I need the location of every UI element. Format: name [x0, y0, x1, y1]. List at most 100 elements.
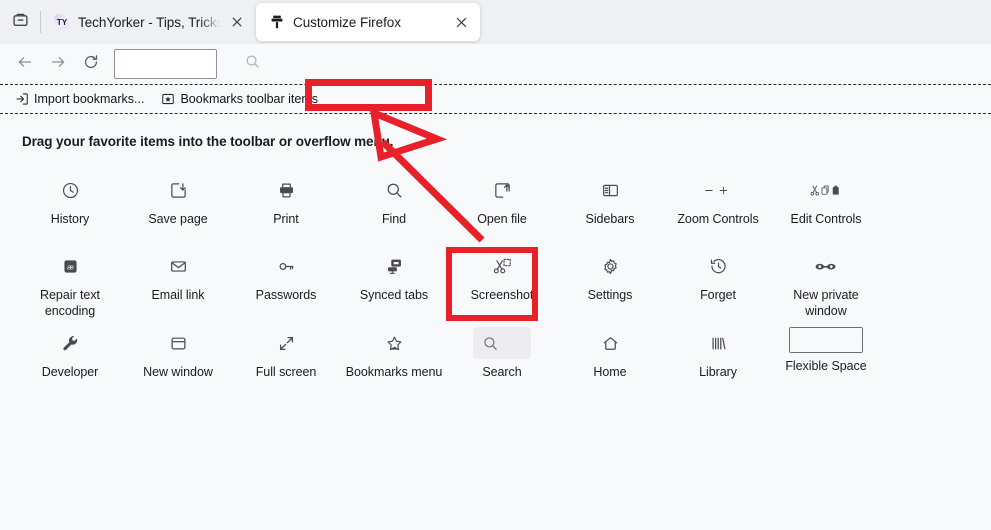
bookmark-import-bookmarks[interactable]: Import bookmarks...	[8, 89, 150, 110]
palette-item-label: Bookmarks menu	[345, 365, 443, 379]
palette-item-label: Forget	[700, 288, 736, 302]
fullscreen-arrows-icon	[270, 327, 302, 359]
flexible-space-icon	[789, 327, 863, 353]
palette-item-print[interactable]: Print	[232, 166, 340, 242]
palette-item-home[interactable]: Home	[556, 319, 664, 395]
text-encoding-icon: æ	[54, 250, 86, 282]
palette-item-synced-tabs[interactable]: Synced tabs	[340, 242, 448, 319]
palette-item-label: Library	[699, 365, 737, 379]
forward-button[interactable]	[43, 49, 73, 79]
search-icon	[378, 174, 410, 206]
close-icon[interactable]	[228, 13, 246, 31]
url-input[interactable]	[114, 49, 217, 79]
tab-list-icon	[12, 11, 29, 33]
key-icon	[270, 250, 302, 282]
palette-item-label: Save page	[148, 212, 208, 226]
palette-item-new-private-window[interactable]: New private window	[772, 242, 880, 319]
palette-item-edit-controls[interactable]: Edit Controls	[772, 166, 880, 242]
palette-item-label: Find	[381, 212, 407, 226]
palette-item-label: Search	[482, 365, 522, 379]
palette-item-email-link[interactable]: Email link	[124, 242, 232, 319]
bookmarks-toolbar-items-icon	[160, 92, 175, 107]
palette-item-settings[interactable]: Settings	[556, 242, 664, 319]
back-arrow-icon	[16, 53, 34, 76]
palette-item-open-file[interactable]: Open file	[448, 166, 556, 242]
palette-item-label: Zoom Controls	[677, 212, 759, 226]
bookmarks-toolbar: Import bookmarks... Bookmarks toolbar it…	[0, 84, 991, 114]
palette-item-sidebars[interactable]: Sidebars	[556, 166, 664, 242]
techyorker-favicon: TY	[53, 14, 70, 31]
clock-icon	[54, 174, 86, 206]
wrench-icon	[54, 327, 86, 359]
bookmark-star-icon	[378, 327, 410, 359]
palette-item-label: Email link	[151, 288, 205, 302]
palette-item-flexible-space[interactable]: Flexible Space	[772, 319, 880, 395]
palette-item-screenshot[interactable]: Screenshot	[448, 242, 556, 319]
palette-item-label: New window	[143, 365, 213, 379]
envelope-icon	[162, 250, 194, 282]
customize-palette-area: Drag your favorite items into the toolba…	[0, 114, 991, 530]
tab-title: TechYorker - Tips, Tricks & Troub	[78, 14, 220, 30]
palette-item-label: Edit Controls	[790, 212, 862, 226]
cut-copy-paste-icon	[810, 174, 842, 206]
close-icon[interactable]	[452, 13, 470, 31]
palette-item-label: Synced tabs	[359, 288, 429, 302]
search-icon	[244, 53, 261, 75]
bookmark-label: Bookmarks toolbar items	[180, 92, 319, 106]
palette-item-full-screen[interactable]: Full screen	[232, 319, 340, 395]
import-bookmarks-icon	[14, 92, 29, 107]
palette-item-label: New private window	[793, 288, 859, 318]
private-mask-icon	[810, 250, 842, 282]
palette-item-label: Sidebars	[585, 212, 635, 226]
save-page-icon	[162, 174, 194, 206]
zoom-minus-plus-icon	[702, 174, 734, 206]
library-icon	[702, 327, 734, 359]
sidebar-icon	[594, 174, 626, 206]
palette-item-search[interactable]: Search	[448, 319, 556, 395]
palette-item-label: Full screen	[255, 365, 317, 379]
search-icon	[473, 327, 531, 359]
scissors-screenshot-icon	[486, 250, 518, 282]
palette-item-bookmarks-menu[interactable]: Bookmarks menu	[340, 319, 448, 395]
svg-text:TY: TY	[56, 18, 67, 27]
palette-item-label: History	[50, 212, 90, 226]
palette-item-find[interactable]: Find	[340, 166, 448, 242]
tab-customize-firefox[interactable]: Customize Firefox	[256, 3, 480, 41]
forget-clock-icon	[702, 250, 734, 282]
palette-item-library[interactable]: Library	[664, 319, 772, 395]
home-icon	[594, 327, 626, 359]
palette-item-label: Developer	[41, 365, 99, 379]
palette-item-new-window[interactable]: New window	[124, 319, 232, 395]
reload-icon	[82, 53, 100, 76]
widget-palette: History Save page Print Find Open file S…	[16, 166, 936, 395]
palette-item-developer[interactable]: Developer	[16, 319, 124, 395]
palette-item-label: Print	[273, 212, 299, 226]
palette-item-label: Flexible Space	[785, 359, 867, 373]
palette-item-forget[interactable]: Forget	[664, 242, 772, 319]
tab-techyorker[interactable]: TY TechYorker - Tips, Tricks & Troub	[41, 3, 256, 41]
palette-item-label: Settings	[587, 288, 633, 302]
new-window-icon	[162, 327, 194, 359]
firefox-customize-window: TY TechYorker - Tips, Tricks & Troub Cus…	[0, 0, 991, 530]
toolbar-search-button[interactable]	[222, 49, 282, 79]
reload-button[interactable]	[76, 49, 106, 79]
palette-item-label: Repair text encoding	[40, 288, 100, 318]
bookmark-label: Import bookmarks...	[34, 92, 145, 106]
palette-item-history[interactable]: History	[16, 166, 124, 242]
gear-icon	[594, 250, 626, 282]
drag-hint-text: Drag your favorite items into the toolba…	[22, 134, 394, 149]
paintbrush-icon	[268, 14, 285, 31]
forward-arrow-icon	[49, 53, 67, 76]
open-file-icon	[486, 174, 518, 206]
bookmark-toolbar-items[interactable]: Bookmarks toolbar items	[154, 89, 324, 110]
list-all-tabs-button[interactable]	[0, 0, 40, 44]
printer-icon	[270, 174, 302, 206]
palette-item-label: Home	[593, 365, 627, 379]
palette-item-repair-text-encoding[interactable]: æ Repair text encoding	[16, 242, 124, 319]
navigation-toolbar	[0, 44, 991, 84]
palette-item-passwords[interactable]: Passwords	[232, 242, 340, 319]
palette-item-zoom-controls[interactable]: Zoom Controls	[664, 166, 772, 242]
palette-item-save-page[interactable]: Save page	[124, 166, 232, 242]
back-button[interactable]	[10, 49, 40, 79]
synced-tabs-icon	[378, 250, 410, 282]
